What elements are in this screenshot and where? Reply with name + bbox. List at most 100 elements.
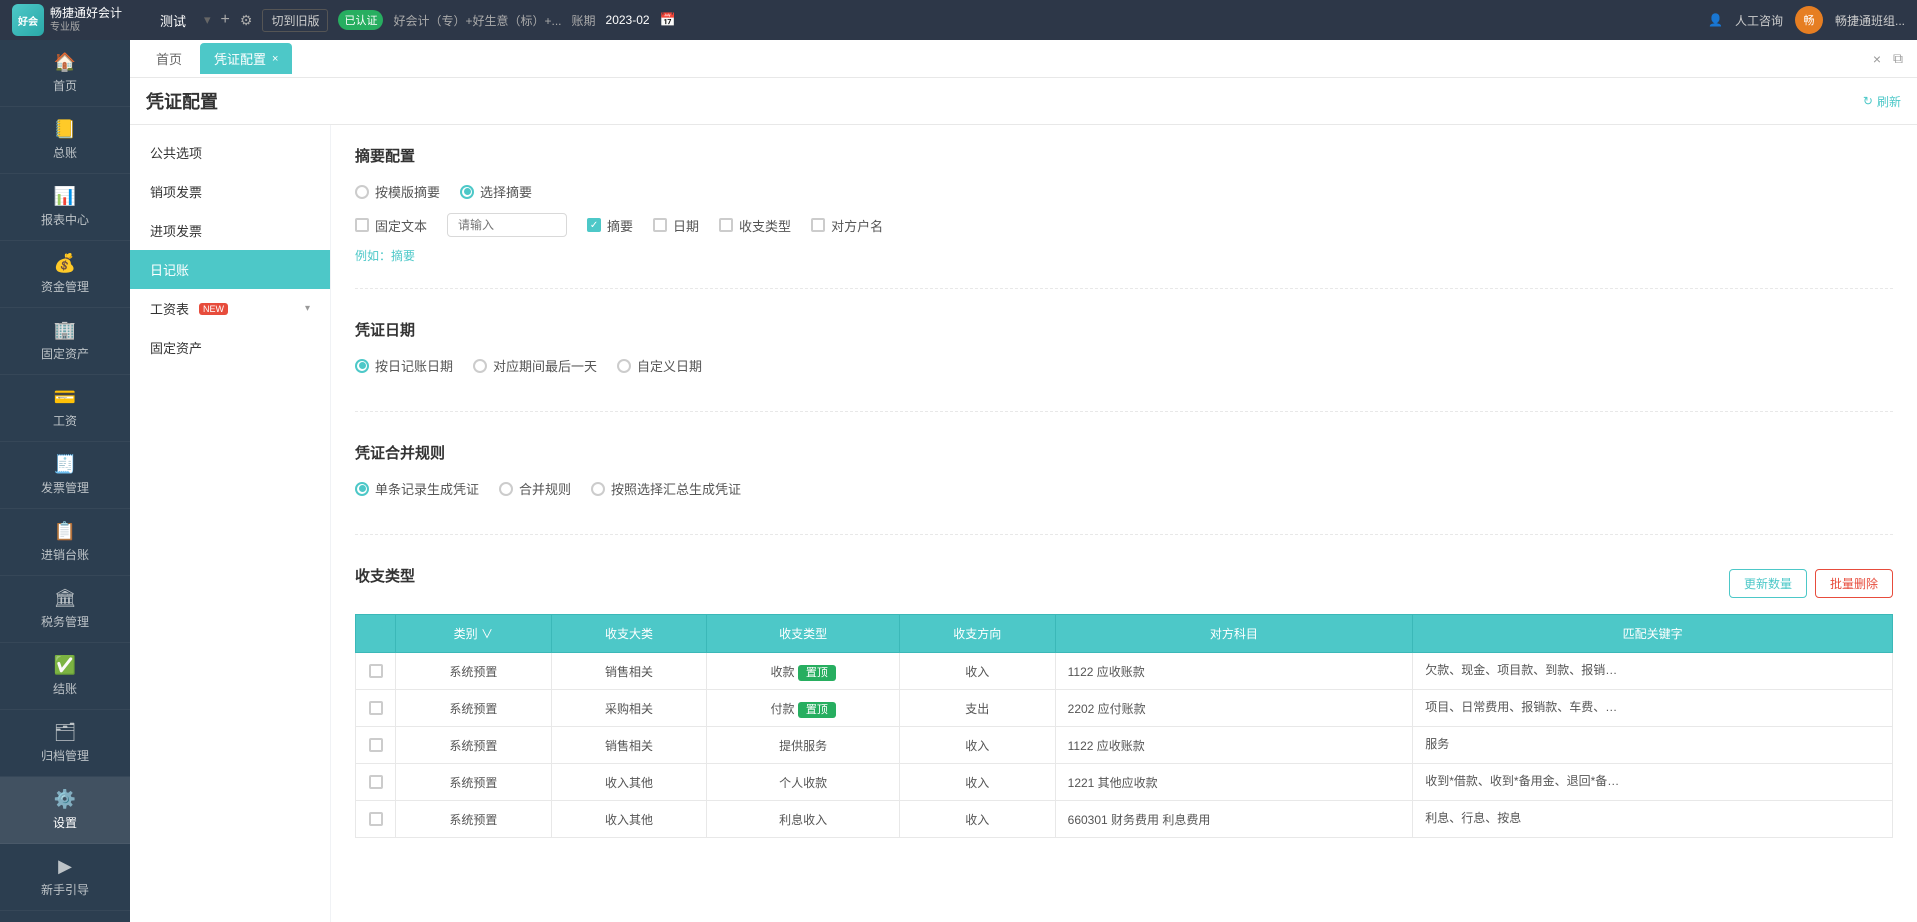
config-menu-journal[interactable]: 日记账 xyxy=(130,250,330,289)
tab-restore-button[interactable]: ⧉ xyxy=(1891,48,1905,69)
sidebar-item-home[interactable]: 🏠 首页 xyxy=(0,40,130,107)
date-radio-journal[interactable]: 按日记账日期 xyxy=(355,356,453,375)
sidebar-item-archive[interactable]: 🗂 归档管理 xyxy=(0,710,130,777)
td-category-4: 系统预置 xyxy=(396,764,552,801)
username-label[interactable]: 畅捷通班组... xyxy=(1835,12,1905,29)
td-direction-2: 支出 xyxy=(899,690,1055,727)
tab-voucher-config[interactable]: 凭证配置 × xyxy=(200,43,292,74)
table-row: 系统预置 采购相关 付款 置顶 支出 2202 应付账款 项目、日常费用、报销款… xyxy=(356,690,1893,727)
td-checkbox-3[interactable] xyxy=(356,727,396,764)
brand: 好会 畅捷通好会计 专业版 xyxy=(12,4,142,36)
checkbox-income-type[interactable]: 收支类型 xyxy=(719,216,791,235)
sidebar-item-reports[interactable]: 📊 报表中心 xyxy=(0,174,130,241)
topbar-test-tab[interactable]: 测试 xyxy=(152,11,194,30)
sidebar-item-settings[interactable]: ⚙️ 设置 xyxy=(0,777,130,844)
topbar-add[interactable]: + xyxy=(221,11,230,29)
sidebar-item-member[interactable]: ⭐ 畅会员 xyxy=(0,911,130,922)
tab-close-button[interactable]: × xyxy=(1871,48,1883,69)
avatar[interactable]: 畅 xyxy=(1795,6,1823,34)
tab-home[interactable]: 首页 xyxy=(142,43,196,74)
td-major-4: 收入其他 xyxy=(551,764,707,801)
td-major-1: 销售相关 xyxy=(551,653,707,690)
help-icon: 👤 xyxy=(1708,13,1723,27)
fixed-text-input[interactable] xyxy=(447,213,567,237)
payroll-chevron: ▾ xyxy=(305,303,310,314)
topbar-chevron[interactable]: ▾ xyxy=(204,12,211,28)
checkbox-summary[interactable]: ✓ 摘要 xyxy=(587,216,633,235)
checkbox-box-counterpart xyxy=(811,218,825,232)
topbar-settings[interactable]: ⚙ xyxy=(240,12,253,29)
checkbox-box-fixed xyxy=(355,218,369,232)
radio-custom-date xyxy=(617,359,631,373)
date-radio-group: 按日记账日期 对应期间最后一天 自定义日期 xyxy=(355,356,1893,375)
refresh-button[interactable]: ↻ 刷新 xyxy=(1863,93,1901,110)
sidebar-item-close[interactable]: ✅ 结账 xyxy=(0,643,130,710)
sidebar-item-invoice[interactable]: 🧾 发票管理 xyxy=(0,442,130,509)
td-direction-3: 收入 xyxy=(899,727,1055,764)
td-checkbox-2[interactable] xyxy=(356,690,396,727)
calendar-icon[interactable]: 📅 xyxy=(660,12,676,28)
summary-radio-select[interactable]: 选择摘要 xyxy=(460,182,532,201)
top-tag-2[interactable]: 置顶 xyxy=(798,702,836,718)
merge-radio-single[interactable]: 单条记录生成凭证 xyxy=(355,479,479,498)
batch-delete-button[interactable]: 批量删除 xyxy=(1815,569,1893,598)
td-direction-1: 收入 xyxy=(899,653,1055,690)
checkbox-date[interactable]: 日期 xyxy=(653,216,699,235)
funds-icon: 💰 xyxy=(54,253,76,274)
merge-radio-summary[interactable]: 按照选择汇总生成凭证 xyxy=(591,479,741,498)
sidebar-label-close: 结账 xyxy=(53,680,77,697)
checkbox-box-date xyxy=(653,218,667,232)
sidebar-item-ledger[interactable]: 📒 总账 xyxy=(0,107,130,174)
table-row: 系统预置 收入其他 个人收款 收入 1221 其他应收款 收到*借款、收到*备用… xyxy=(356,764,1893,801)
certified-badge: 已认证 xyxy=(338,10,383,30)
sidebar-label-archive: 归档管理 xyxy=(41,747,89,764)
sidebar-item-purchase[interactable]: 📋 进销台账 xyxy=(0,509,130,576)
tab-voucher-close[interactable]: × xyxy=(272,53,278,65)
merge-radio-rule[interactable]: 合并规则 xyxy=(499,479,571,498)
income-actions: 更新数量 批量删除 xyxy=(1729,569,1893,598)
tab-bar-actions: × ⧉ xyxy=(1871,48,1905,69)
checkbox-fixed-text[interactable]: 固定文本 xyxy=(355,216,427,235)
config-menu-public[interactable]: 公共选项 xyxy=(130,133,330,172)
sidebar: 🏠 首页 📒 总账 📊 报表中心 💰 资金管理 🏢 固定资产 💳 工资 🧾 发票… xyxy=(0,40,130,922)
table-row: 系统预置 收入其他 利息收入 收入 660301 财务费用 利息费用 利息、行息… xyxy=(356,801,1893,838)
date-radio-last-day[interactable]: 对应期间最后一天 xyxy=(473,356,597,375)
config-menu-fixed-assets[interactable]: 固定资产 xyxy=(130,328,330,367)
sidebar-label-assets: 固定资产 xyxy=(41,345,89,362)
help-label[interactable]: 人工咨询 xyxy=(1735,12,1783,29)
page-title: 凭证配置 xyxy=(146,88,218,114)
switch-version-button[interactable]: 切到旧版 xyxy=(262,9,328,32)
checkbox-row: 固定文本 ✓ 摘要 日期 收支类型 xyxy=(355,213,1893,237)
topbar-period-label: 账期 xyxy=(572,12,596,29)
topbar-right: 👤 人工咨询 畅 畅捷通班组... xyxy=(1708,6,1905,34)
config-menu-sales-invoice[interactable]: 销项发票 xyxy=(130,172,330,211)
close-period-icon: ✅ xyxy=(54,655,76,676)
td-type-1: 收款 置顶 xyxy=(707,653,900,690)
sidebar-item-tax[interactable]: 🏛 税务管理 xyxy=(0,576,130,643)
td-keywords-3: 服务 xyxy=(1413,727,1893,764)
tab-bar: 首页 凭证配置 × × ⧉ xyxy=(130,40,1917,78)
guide-icon: ▶ xyxy=(58,856,72,877)
top-tag-1[interactable]: 置顶 xyxy=(798,665,836,681)
td-checkbox-5[interactable] xyxy=(356,801,396,838)
update-count-button[interactable]: 更新数量 xyxy=(1729,569,1807,598)
date-title: 凭证日期 xyxy=(355,319,1893,340)
td-direction-4: 收入 xyxy=(899,764,1055,801)
td-account-5: 660301 财务费用 利息费用 xyxy=(1055,801,1413,838)
config-menu-payroll[interactable]: 工资表 NEW ▾ xyxy=(130,289,330,328)
sidebar-item-guide[interactable]: ▶ 新手引导 xyxy=(0,844,130,911)
th-keywords: 匹配关键字 xyxy=(1413,615,1893,653)
checkbox-box-income-type xyxy=(719,218,733,232)
sidebar-item-assets[interactable]: 🏢 固定资产 xyxy=(0,308,130,375)
config-menu-purchase-invoice[interactable]: 进项发票 xyxy=(130,211,330,250)
td-checkbox-1[interactable] xyxy=(356,653,396,690)
summary-radio-template[interactable]: 按模版摘要 xyxy=(355,182,440,201)
checkbox-counterpart[interactable]: 对方户名 xyxy=(811,216,883,235)
td-checkbox-4[interactable] xyxy=(356,764,396,801)
date-radio-custom[interactable]: 自定义日期 xyxy=(617,356,702,375)
sidebar-item-payroll[interactable]: 💳 工资 xyxy=(0,375,130,442)
td-direction-5: 收入 xyxy=(899,801,1055,838)
select-all-checkbox[interactable] xyxy=(369,627,383,641)
sidebar-item-funds[interactable]: 💰 资金管理 xyxy=(0,241,130,308)
radio-merge-rule xyxy=(499,482,513,496)
